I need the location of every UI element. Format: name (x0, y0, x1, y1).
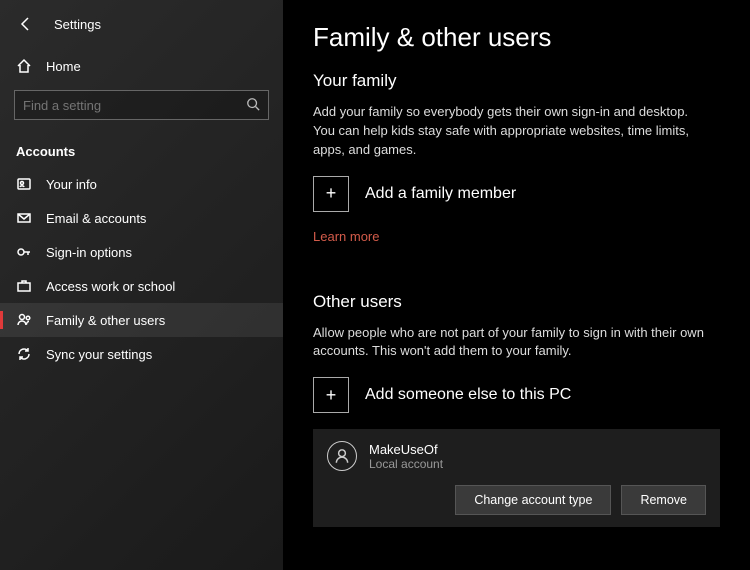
search-input[interactable] (23, 98, 246, 113)
home-button[interactable]: Home (0, 48, 283, 84)
other-users-description: Allow people who are not part of your fa… (313, 324, 713, 362)
search-icon (246, 97, 260, 114)
sidebar-item-family-other-users[interactable]: Family & other users (0, 303, 283, 337)
sidebar-item-label: Family & other users (46, 313, 165, 328)
sidebar-item-label: Your info (46, 177, 97, 192)
remove-button[interactable]: Remove (621, 485, 706, 515)
user-buttons: Change account type Remove (327, 485, 706, 515)
home-icon (16, 58, 32, 74)
your-family-heading: Your family (313, 71, 720, 91)
back-icon[interactable] (16, 14, 36, 34)
mail-icon (16, 210, 32, 226)
sidebar-item-access-work-school[interactable]: Access work or school (0, 269, 283, 303)
section-label-accounts: Accounts (0, 126, 283, 167)
your-family-description: Add your family so everybody gets their … (313, 103, 713, 160)
add-other-user-button[interactable]: + Add someone else to this PC (313, 377, 720, 413)
plus-icon: + (313, 176, 349, 212)
learn-more-link[interactable]: Learn more (313, 229, 379, 244)
sidebar-item-sync-settings[interactable]: Sync your settings (0, 337, 283, 371)
briefcase-icon (16, 278, 32, 294)
sidebar-item-label: Sign-in options (46, 245, 132, 260)
sync-icon (16, 346, 32, 362)
user-subtitle: Local account (369, 457, 443, 471)
sidebar-item-label: Email & accounts (46, 211, 146, 226)
add-family-member-button[interactable]: + Add a family member (313, 176, 720, 212)
main-content: Family & other users Your family Add you… (283, 0, 750, 570)
user-name: MakeUseOf (369, 442, 443, 457)
sidebar-header: Settings (0, 8, 283, 48)
search-row (0, 84, 283, 126)
sidebar-item-email-accounts[interactable]: Email & accounts (0, 201, 283, 235)
badge-icon (16, 176, 32, 192)
avatar-icon (327, 441, 357, 471)
sidebar-item-label: Access work or school (46, 279, 175, 294)
sidebar: Settings Home Accounts Your info Email &… (0, 0, 283, 570)
settings-title: Settings (54, 17, 101, 32)
add-family-label: Add a family member (365, 185, 516, 203)
page-title: Family & other users (313, 22, 720, 53)
other-users-heading: Other users (313, 292, 720, 312)
user-row: MakeUseOf Local account (327, 441, 706, 471)
user-card[interactable]: MakeUseOf Local account Change account t… (313, 429, 720, 527)
people-icon (16, 312, 32, 328)
plus-icon: + (313, 377, 349, 413)
key-icon (16, 244, 32, 260)
add-other-label: Add someone else to this PC (365, 386, 571, 404)
sidebar-item-label: Sync your settings (46, 347, 152, 362)
sidebar-item-sign-in-options[interactable]: Sign-in options (0, 235, 283, 269)
change-account-type-button[interactable]: Change account type (455, 485, 611, 515)
search-box[interactable] (14, 90, 269, 120)
sidebar-item-your-info[interactable]: Your info (0, 167, 283, 201)
home-label: Home (46, 59, 81, 74)
